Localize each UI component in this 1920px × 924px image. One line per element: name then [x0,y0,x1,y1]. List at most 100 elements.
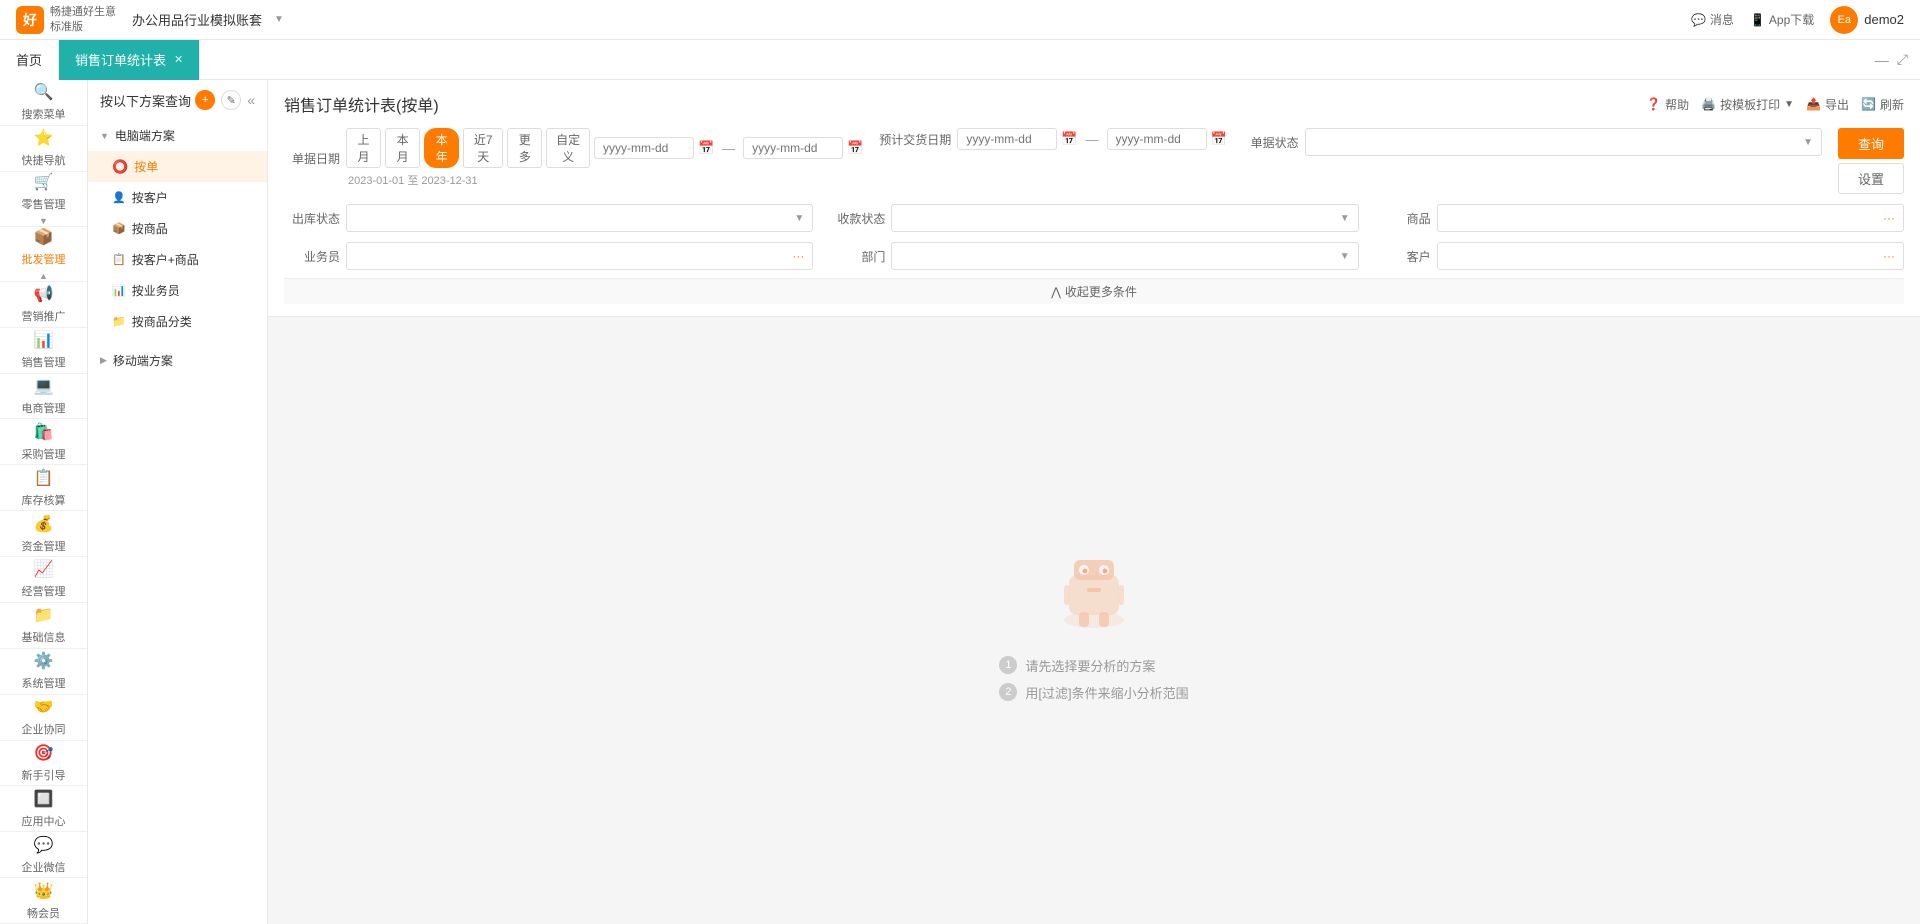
app-download-label: App下载 [1769,11,1814,28]
customer-select[interactable]: ··· [1437,242,1904,270]
date-end-input[interactable] [743,137,843,159]
sidebar-item-enterprise[interactable]: 🤝 企业协同 [0,695,87,741]
wholesale-icon: 📦 [34,227,54,247]
user-menu[interactable]: Ea demo2 [1830,6,1904,34]
empty-state-icon [1044,540,1144,640]
print-icon: 🖨️ [1701,97,1716,111]
help-icon: ❓ [1646,97,1661,111]
sidebar-item-wholesale[interactable]: 📦 批发管理 ▲ [0,227,87,282]
sidebar-item-inventory[interactable]: 📋 库存核算 [0,465,87,511]
tree-item-by-customer-label: 按客户 [132,189,168,206]
tree-item-by-customer-goods[interactable]: 📋 按客户+商品 [88,244,267,275]
finance-icon: 💰 [34,514,54,534]
tab-sales-report[interactable]: 销售订单统计表 ✕ [59,40,200,80]
retail-expand-icon: ▼ [39,216,48,226]
sidebar-item-finance[interactable]: 💰 资金管理 [0,511,87,557]
enterprise-icon: 🤝 [34,697,54,717]
marketing-icon: 📢 [34,284,54,304]
bill-status-arrow-icon: ▼ [1803,137,1813,148]
salesman-more-icon[interactable]: ··· [792,249,804,263]
sidebar-sales-label: 销售管理 [22,354,66,370]
date-btn-7days[interactable]: 近7天 [463,128,503,168]
date-btn-this-year[interactable]: 本年 [424,128,459,168]
date-filter-group: 单据日期 上月 本月 本年 近7天 更多 自定义 [284,128,863,188]
page-title-row: 销售订单统计表(按单) ❓ 帮助 🖨️ 按模板打印 ▼ 📤 [284,92,1904,116]
sidebar-item-member[interactable]: 👑 畅会员 [0,878,87,924]
sidebar-item-ecommerce[interactable]: 💻 电商管理 [0,374,87,420]
sidebar-item-sales[interactable]: 📊 销售管理 [0,328,87,374]
tree-item-by-goods[interactable]: 📦 按商品 [88,213,267,244]
payment-status-select[interactable]: ▼ [891,204,1358,232]
help-btn[interactable]: ❓ 帮助 [1646,96,1689,113]
print-btn[interactable]: 🖨️ 按模板打印 ▼ [1701,96,1794,113]
sidebar-item-operations[interactable]: 📈 经营管理 [0,557,87,603]
tree-group-pc[interactable]: ▼ 电脑端方案 [88,120,267,151]
sidebar-item-guide[interactable]: 🎯 新手引导 [0,741,87,787]
goods-more-icon[interactable]: ··· [1883,211,1895,225]
search-btn[interactable]: 查询 [1838,128,1904,159]
tree-group-mobile[interactable]: ▶ 移动端方案 [88,345,267,376]
content-area: 按以下方案查询 + ✎ « ▼ 电脑端方案 ⭕ 按单 👤 按客 [88,80,1920,924]
date-btn-more[interactable]: 更多 [507,128,542,168]
operations-icon: 📈 [34,559,54,579]
tree-item-by-order[interactable]: ⭕ 按单 [88,151,267,182]
date-btn-custom[interactable]: 自定义 [546,128,590,168]
delivery-status-select[interactable]: ▼ [346,204,813,232]
app-download-btn[interactable]: 📱 App下载 [1750,11,1814,28]
edit-scheme-btn[interactable]: ✎ [221,90,241,110]
sidebar-item-shortcuts[interactable]: ⭐ 快捷导航 [0,126,87,172]
tab-home[interactable]: 首页 [0,40,59,80]
add-scheme-btn[interactable]: + [195,90,215,110]
date-start-input[interactable] [594,137,694,159]
customer-more-icon[interactable]: ··· [1883,249,1895,263]
date-btn-this-month[interactable]: 本月 [385,128,420,168]
expected-date-start[interactable] [957,128,1057,150]
customer-label: 客户 [1375,248,1431,265]
by-salesman-icon: 📊 [112,284,126,297]
sidebar-item-search[interactable]: 🔍 搜索菜单 [0,80,87,126]
by-cg-icon: 📋 [112,253,126,266]
title-dropdown-icon[interactable]: ▼ [274,14,284,25]
sidebar-item-appcenter[interactable]: 🔲 应用中心 [0,786,87,832]
tree-item-by-category[interactable]: 📁 按商品分类 [88,306,267,337]
department-label: 部门 [829,248,885,265]
sidebar-item-basic-info[interactable]: 📁 基础信息 [0,603,87,649]
logo-icon: 好 [16,6,44,34]
sidebar-item-purchase[interactable]: 🛍️ 采购管理 [0,419,87,465]
left-panel: 按以下方案查询 + ✎ « ▼ 电脑端方案 ⭕ 按单 👤 按客 [88,80,268,924]
tree-item-by-salesman[interactable]: 📊 按业务员 [88,275,267,306]
sidebar-operations-label: 经营管理 [22,583,66,599]
date-btn-last-month[interactable]: 上月 [346,128,381,168]
tab-expand-btn[interactable]: ⤢ [1897,51,1908,68]
settings-btn[interactable]: 设置 [1838,163,1904,194]
left-panel-tools: + ✎ « [195,90,255,110]
guide-icon: 🎯 [34,743,54,763]
expected-date-end[interactable] [1107,128,1207,150]
main-layout: 🔍 搜索菜单 ⭐ 快捷导航 🛒 零售管理 ▼ 📦 批发管理 ▲ 📢 营销推广 📊… [0,80,1920,924]
message-btn[interactable]: 💬 消息 [1691,11,1734,28]
collapse-filters-label: 收起更多条件 [1065,283,1137,300]
tree-group-mobile-label: 移动端方案 [113,352,173,369]
date-filter-label: 单据日期 [284,150,340,167]
bill-status-select[interactable]: ▼ [1305,128,1822,156]
tree-item-by-customer[interactable]: 👤 按客户 [88,182,267,213]
tab-close-icon[interactable]: ✕ [174,53,183,66]
ecommerce-icon: 💻 [34,376,54,396]
sidebar-item-retail[interactable]: 🛒 零售管理 ▼ [0,172,87,227]
goods-select[interactable]: ··· [1437,204,1904,232]
export-btn[interactable]: 📤 导出 [1806,96,1849,113]
sidebar-item-wechat[interactable]: 💬 企业微信 [0,832,87,878]
collapse-filters-btn[interactable]: ⋀ 收起更多条件 [284,278,1904,304]
delivery-status-label: 出库状态 [284,210,340,227]
refresh-btn[interactable]: 🔄 刷新 [1861,96,1904,113]
department-select[interactable]: ▼ [891,242,1358,270]
sidebar-item-system[interactable]: ⚙️ 系统管理 [0,649,87,695]
collapse-panel-btn[interactable]: « [247,92,255,108]
username: demo2 [1864,12,1904,27]
date-range-display: 2023-01-01 至 2023-12-31 [346,172,863,188]
sidebar-member-label: 畅会员 [27,905,60,921]
filter-row2: 出库状态 ▼ 收款状态 ▼ 商品 ··· [284,204,1904,232]
salesman-select[interactable]: ··· [346,242,813,270]
sidebar-item-marketing[interactable]: 📢 营销推广 [0,282,87,328]
tab-minimize-btn[interactable]: — [1875,52,1889,68]
